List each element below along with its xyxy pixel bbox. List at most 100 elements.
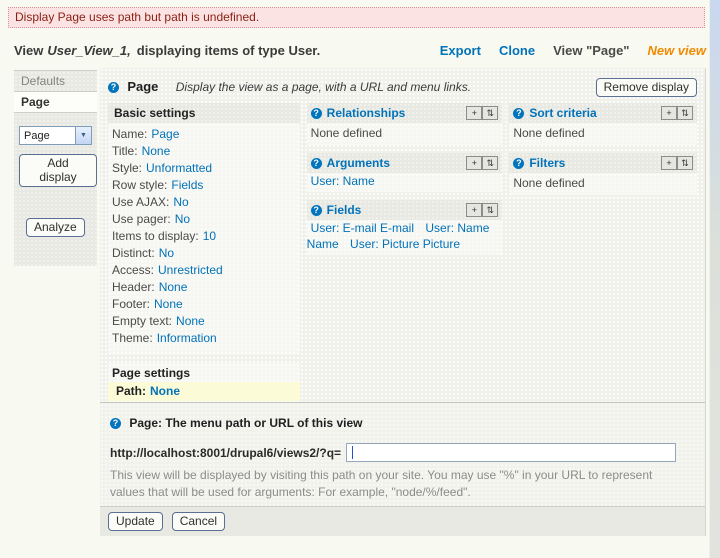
path-form-title: ? Page: The menu path or URL of this vie… bbox=[100, 403, 705, 430]
new-view-link[interactable]: New view bbox=[647, 43, 706, 58]
arguments-bucket: ? Arguments + ⇅ User: Name bbox=[306, 153, 503, 192]
form-actions: Update Cancel bbox=[100, 506, 705, 536]
export-link[interactable]: Export bbox=[440, 43, 481, 58]
setting-row: Style: Unformatted bbox=[112, 160, 296, 177]
path-config-form: ? Page: The menu path or URL of this vie… bbox=[100, 402, 705, 536]
help-icon[interactable]: ? bbox=[310, 157, 322, 169]
setting-value-link[interactable]: None bbox=[142, 144, 171, 158]
bucket-columns: Basic settings Name: Page Title: None Styl… bbox=[100, 98, 705, 424]
clone-link[interactable]: Clone bbox=[499, 43, 535, 58]
setting-label: Footer: bbox=[112, 297, 151, 311]
path-input-wrap bbox=[346, 443, 677, 462]
cancel-button[interactable]: Cancel bbox=[171, 512, 226, 531]
view-page-link[interactable]: View "Page" bbox=[553, 43, 629, 58]
fields-header: ? Fields + ⇅ bbox=[306, 200, 503, 220]
add-field-button[interactable]: + bbox=[466, 203, 483, 217]
filters-buttons: + ⇅ bbox=[661, 156, 693, 170]
add-argument-button[interactable]: + bbox=[466, 156, 483, 170]
help-icon[interactable]: ? bbox=[513, 107, 525, 119]
fields-title-link[interactable]: Fields bbox=[327, 203, 362, 217]
setting-label: Empty text: bbox=[112, 314, 173, 328]
view-description: displaying items of type User. bbox=[136, 43, 321, 58]
analyze-button[interactable]: Analyze bbox=[26, 218, 85, 237]
sort-criteria-empty-text: None defined bbox=[513, 126, 585, 140]
add-sort-button[interactable]: + bbox=[661, 106, 677, 120]
field-item-link[interactable]: User: E-mail E-mail bbox=[307, 219, 418, 236]
text-caret bbox=[352, 446, 354, 459]
help-icon[interactable]: ? bbox=[513, 157, 525, 169]
basic-settings-header: Basic settings bbox=[108, 103, 300, 123]
page-settings-title: Page settings bbox=[112, 366, 191, 380]
setting-value-link[interactable]: Unrestricted bbox=[158, 263, 223, 277]
rearrange-icon: ⇅ bbox=[681, 158, 689, 168]
add-relationship-button[interactable]: + bbox=[466, 106, 483, 120]
path-input[interactable] bbox=[346, 443, 677, 462]
help-icon[interactable]: ? bbox=[108, 82, 119, 93]
add-filter-button[interactable]: + bbox=[661, 156, 677, 170]
setting-label: Row style: bbox=[112, 178, 168, 192]
display-title: Page bbox=[127, 79, 159, 94]
update-button[interactable]: Update bbox=[108, 512, 163, 531]
help-icon[interactable]: ? bbox=[310, 107, 322, 119]
remove-display-button[interactable]: Remove display bbox=[595, 78, 697, 97]
setting-row: Distinct: No bbox=[112, 245, 296, 262]
setting-label: Items to display: bbox=[112, 229, 199, 243]
relationships-bucket: ? Relationships + ⇅ None defined bbox=[306, 103, 503, 145]
relationships-title-link[interactable]: Relationships bbox=[327, 106, 406, 120]
help-icon[interactable]: ? bbox=[110, 418, 121, 429]
setting-label: Name: bbox=[112, 127, 148, 141]
setting-row: Header: None bbox=[112, 279, 296, 296]
setting-value-link[interactable]: 10 bbox=[203, 229, 216, 243]
window-edge-strip bbox=[709, 0, 720, 558]
display-type-select[interactable]: Page ▼ bbox=[19, 126, 92, 145]
arguments-title-link[interactable]: Arguments bbox=[327, 156, 390, 170]
display-description: Display the view as a page, with a URL a… bbox=[175, 80, 472, 94]
path-value-link[interactable]: None bbox=[150, 384, 180, 398]
field-item-link[interactable]: User: Picture Picture bbox=[346, 235, 464, 252]
filters-title-link[interactable]: Filters bbox=[529, 156, 565, 170]
relationships-empty-text: None defined bbox=[310, 126, 383, 140]
rearrange-icon: ⇅ bbox=[486, 108, 495, 118]
setting-row: Empty text: None bbox=[112, 313, 296, 330]
error-message: Display Page uses path but path is undef… bbox=[8, 7, 705, 28]
plus-icon: + bbox=[471, 158, 477, 168]
display-panel-header: ? Page Display the view as a page, with … bbox=[100, 68, 705, 98]
setting-row: Title: None bbox=[112, 143, 296, 160]
setting-value-link[interactable]: No bbox=[173, 195, 188, 209]
setting-label: Distinct: bbox=[112, 246, 155, 260]
help-icon[interactable]: ? bbox=[310, 204, 322, 216]
argument-item-link[interactable]: User: Name bbox=[307, 172, 379, 189]
setting-value-link[interactable]: None bbox=[154, 297, 183, 311]
path-form-title-text: Page: The menu path or URL of this view bbox=[129, 416, 363, 430]
sort-criteria-title-link[interactable]: Sort criteria bbox=[529, 106, 596, 120]
setting-label: Title: bbox=[112, 144, 138, 158]
rearrange-sorts-button[interactable]: ⇅ bbox=[677, 106, 693, 120]
setting-value-link[interactable]: Fields bbox=[171, 178, 203, 192]
sidebar-tab-defaults[interactable]: Defaults bbox=[14, 71, 97, 92]
rearrange-icon: ⇅ bbox=[486, 205, 495, 215]
setting-value-link[interactable]: None bbox=[176, 314, 205, 328]
column-settings: Basic settings Name: Page Title: None Styl… bbox=[108, 103, 300, 424]
setting-value-link[interactable]: No bbox=[159, 246, 174, 260]
filters-bucket: ? Filters + ⇅ None defined bbox=[509, 153, 697, 195]
rearrange-icon: ⇅ bbox=[486, 158, 495, 168]
setting-row: Items to display: 10 bbox=[112, 228, 296, 245]
rearrange-relationships-button[interactable]: ⇅ bbox=[482, 106, 499, 120]
add-display-button[interactable]: Add display bbox=[19, 154, 97, 187]
setting-value-link[interactable]: Information bbox=[157, 331, 217, 345]
rearrange-fields-button[interactable]: ⇅ bbox=[482, 203, 499, 217]
rearrange-arguments-button[interactable]: ⇅ bbox=[482, 156, 499, 170]
setting-value-link[interactable]: Page bbox=[151, 127, 179, 141]
basic-settings-title: Basic settings bbox=[114, 106, 196, 120]
setting-value-link[interactable]: No bbox=[175, 212, 190, 226]
setting-value-link[interactable]: Unformatted bbox=[146, 161, 212, 175]
setting-label: Use pager: bbox=[112, 212, 171, 226]
setting-row: Access: Unrestricted bbox=[112, 262, 296, 279]
rearrange-filters-button[interactable]: ⇅ bbox=[677, 156, 693, 170]
view-name: User_View_1, bbox=[47, 43, 131, 58]
setting-label: Theme: bbox=[112, 331, 153, 345]
setting-value-link[interactable]: None bbox=[159, 280, 188, 294]
display-edit-panel: ? Page Display the view as a page, with … bbox=[100, 68, 706, 536]
sidebar-tab-page[interactable]: Page bbox=[14, 92, 97, 113]
relationships-buttons: + ⇅ bbox=[466, 106, 499, 120]
